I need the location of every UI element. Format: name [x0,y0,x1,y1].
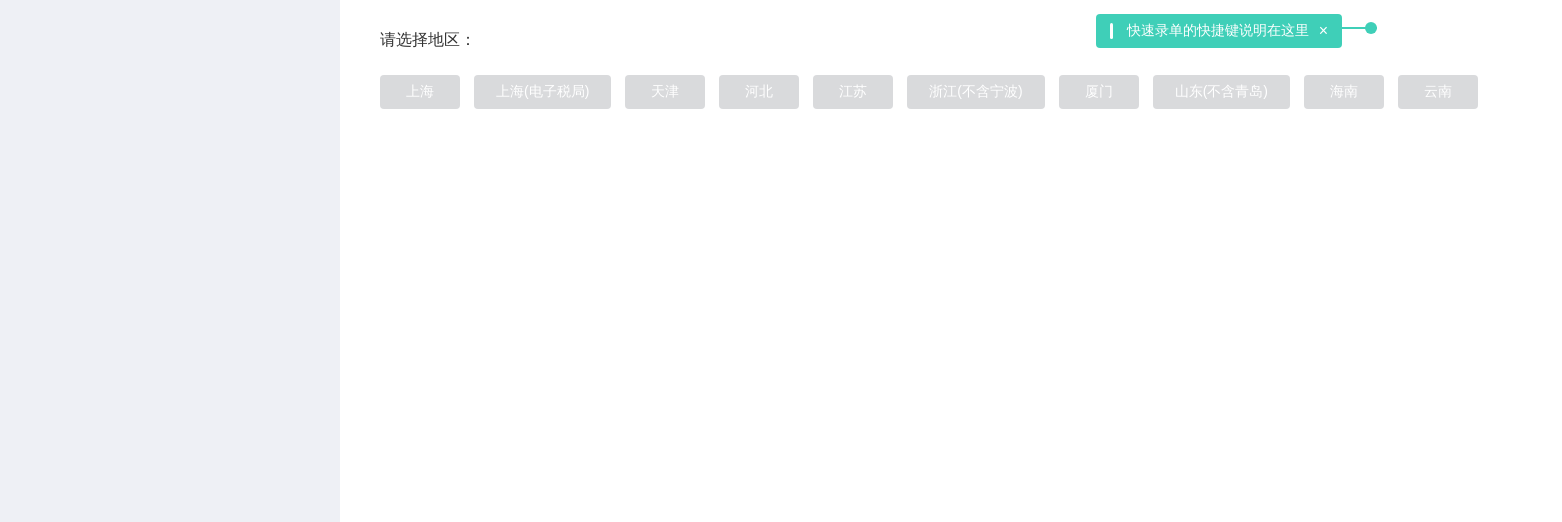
region-btn-yunnan[interactable]: 云南 [1398,75,1478,109]
region-btn-jiangsu[interactable]: 江苏 [813,75,893,109]
region-btn-hebei[interactable]: 河北 [719,75,799,109]
region-buttons-container: 上海 上海(电子税局) 天津 河北 江苏 浙江(不含宁波) 厦门 山东(不含青岛… [380,75,1522,109]
region-btn-shandong[interactable]: 山东(不含青岛) [1153,75,1290,109]
main-content: 请选择地区： 上海 上海(电子税局) 天津 河北 江苏 浙江(不含宁波) 厦门 … [340,0,1562,522]
tooltip-text: 快速录单的快捷键说明在这里 [1127,22,1309,40]
sidebar [0,0,340,522]
region-btn-xiamen[interactable]: 厦门 [1059,75,1139,109]
tooltip-banner: 快速录单的快捷键说明在这里 × [1096,14,1342,48]
tooltip-indicator-dot [1365,22,1377,34]
region-btn-shanghai-e[interactable]: 上海(电子税局) [474,75,611,109]
region-btn-shanghai[interactable]: 上海 [380,75,460,109]
region-btn-hainan[interactable]: 海南 [1304,75,1384,109]
region-btn-zhejiang[interactable]: 浙江(不含宁波) [907,75,1044,109]
page-title: 请选择地区： [380,30,1522,51]
region-btn-tianjin[interactable]: 天津 [625,75,705,109]
tooltip-close-button[interactable]: × [1319,23,1328,39]
